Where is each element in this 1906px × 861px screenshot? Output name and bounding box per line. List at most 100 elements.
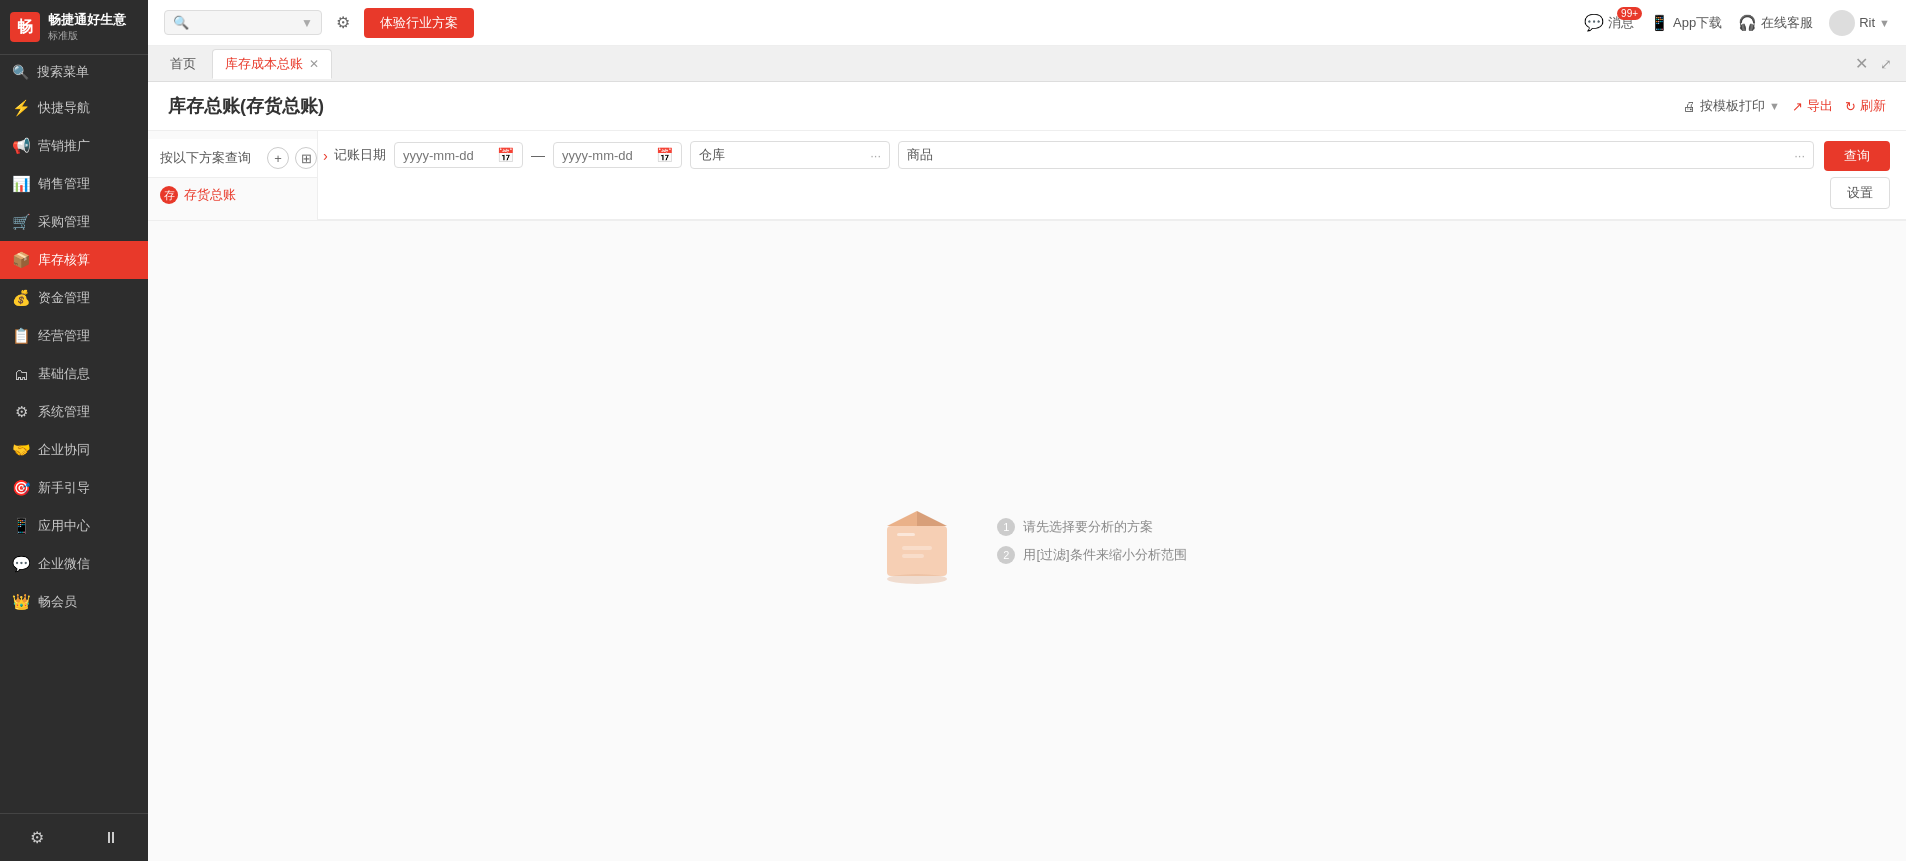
add-scheme-button[interactable]: + <box>267 147 289 169</box>
sidebar-nav: ⚡ 快捷导航 📢 营销推广 📊 销售管理 🛒 采购管理 📦 库存核算 💰 资金管… <box>0 89 148 813</box>
goods-more-icon[interactable]: ··· <box>1794 148 1805 163</box>
settings-icon[interactable]: ⚙ <box>24 822 50 853</box>
scheme-icon: 存 <box>160 186 178 204</box>
tab-inventory-cost-label: 库存成本总账 <box>225 55 303 73</box>
export-label: 导出 <box>1807 97 1833 115</box>
collapse-sidebar-icon[interactable]: ⏸ <box>97 823 125 853</box>
warehouse-more-icon[interactable]: ··· <box>870 148 881 163</box>
sidebar-item-label: 销售管理 <box>38 175 136 193</box>
sidebar-item-label: 快捷导航 <box>38 99 136 117</box>
scheme-item-inventory-ledger[interactable]: 存 存货总账 <box>148 178 317 212</box>
sidebar-item-label: 新手引导 <box>38 479 136 497</box>
top-header: 🔍 ▼ ⚙ 体验行业方案 💬 消息 99+ 📱 App下载 🎧 在线客服 Rit <box>148 0 1906 46</box>
sidebar-item-newbie[interactable]: 🎯 新手引导 <box>0 469 148 507</box>
sidebar-item-operations[interactable]: 📋 经营管理 <box>0 317 148 355</box>
header-gear-button[interactable]: ⚙ <box>332 9 354 36</box>
sidebar-item-enterprise[interactable]: 🤝 企业协同 <box>0 431 148 469</box>
app-name: 畅捷通好生意 <box>48 12 126 29</box>
sidebar-item-label: 采购管理 <box>38 213 136 231</box>
sidebar-item-label: 资金管理 <box>38 289 136 307</box>
sidebar-item-enterprise-wechat[interactable]: 💬 企业微信 <box>0 545 148 583</box>
sidebar-bottom: ⚙ ⏸ <box>0 813 148 861</box>
svg-rect-0 <box>887 526 947 576</box>
filter-scheme-section: 按以下方案查询 + ⊞ ‹ 存 存货总账 记账日期 <box>148 131 1906 221</box>
tip-text-2: 用[过滤]条件来缩小分析范围 <box>1023 546 1186 564</box>
printer-icon: 🖨 <box>1683 99 1696 114</box>
date-to-field[interactable] <box>562 148 652 163</box>
sidebar: 畅 畅捷通好生意 标准版 🔍 搜索菜单 ⚡ 快捷导航 📢 营销推广 📊 销售管理… <box>0 0 148 861</box>
panel-resize-icon[interactable]: ⤢ <box>1876 54 1896 74</box>
panel-close-icon[interactable]: ✕ <box>1851 52 1872 75</box>
print-button[interactable]: 🖨 按模板打印 ▼ <box>1683 97 1780 115</box>
warehouse-input[interactable]: 仓库 ··· <box>690 141 890 169</box>
finance-icon: 💰 <box>12 289 30 307</box>
message-button[interactable]: 💬 消息 99+ <box>1584 13 1634 32</box>
settings-button[interactable]: 设置 <box>1830 177 1890 209</box>
app-logo: 畅 畅捷通好生意 标准版 <box>0 0 148 55</box>
search-menu[interactable]: 🔍 搜索菜单 <box>0 55 148 89</box>
date-to-input[interactable]: 📅 <box>553 142 682 168</box>
app-version: 标准版 <box>48 29 126 42</box>
data-area: 1 请先选择要分析的方案 2 用[过滤]条件来缩小分析范围 <box>148 221 1906 861</box>
vip-icon: 👑 <box>12 593 30 611</box>
empty-tips: 1 请先选择要分析的方案 2 用[过滤]条件来缩小分析范围 <box>997 518 1186 564</box>
industry-solution-button[interactable]: 体验行业方案 <box>364 8 474 38</box>
tip-number-1: 1 <box>997 518 1015 536</box>
filter-row: 按以下方案查询 + ⊞ ‹ <box>148 139 317 178</box>
sidebar-item-inventory[interactable]: 📦 库存核算 <box>0 241 148 279</box>
header-search-box[interactable]: 🔍 ▼ <box>164 10 322 35</box>
app-center-icon: 📱 <box>12 517 30 535</box>
svg-rect-5 <box>902 554 924 558</box>
sidebar-item-label: 基础信息 <box>38 365 136 383</box>
header-search-input[interactable] <box>195 15 295 30</box>
sidebar-item-label: 系统管理 <box>38 403 136 421</box>
empty-tip-1: 1 请先选择要分析的方案 <box>997 518 1186 536</box>
tab-close-icon[interactable]: ✕ <box>309 58 319 70</box>
sidebar-item-purchase[interactable]: 🛒 采购管理 <box>0 203 148 241</box>
refresh-button[interactable]: ↻ 刷新 <box>1845 97 1886 115</box>
sidebar-item-quick-nav[interactable]: ⚡ 快捷导航 <box>0 89 148 127</box>
sidebar-item-label: 应用中心 <box>38 517 136 535</box>
calendar-to-icon[interactable]: 📅 <box>656 147 673 163</box>
sidebar-item-sales[interactable]: 📊 销售管理 <box>0 165 148 203</box>
message-badge: 99+ <box>1617 7 1642 20</box>
sidebar-item-marketing[interactable]: 📢 营销推广 <box>0 127 148 165</box>
system-icon: ⚙ <box>12 403 30 421</box>
phone-icon: 📱 <box>1650 14 1669 32</box>
empty-state: 1 请先选择要分析的方案 2 用[过滤]条件来缩小分析范围 <box>867 491 1186 591</box>
export-icon: ↗ <box>1792 99 1803 114</box>
logo-icon: 畅 <box>10 12 40 42</box>
export-button[interactable]: ↗ 导出 <box>1792 97 1833 115</box>
purchase-icon: 🛒 <box>12 213 30 231</box>
svg-rect-4 <box>902 546 932 550</box>
scheme-sidebar: 按以下方案查询 + ⊞ ‹ 存 存货总账 <box>148 131 318 220</box>
tab-home[interactable]: 首页 <box>158 49 208 79</box>
query-button[interactable]: 查询 <box>1824 141 1890 171</box>
app-download-button[interactable]: 📱 App下载 <box>1650 14 1722 32</box>
search-icon: 🔍 <box>173 15 189 30</box>
sidebar-item-vip[interactable]: 👑 畅会员 <box>0 583 148 621</box>
user-menu[interactable]: Rit ▼ <box>1829 10 1890 36</box>
tab-inventory-cost[interactable]: 库存成本总账 ✕ <box>212 49 332 79</box>
filter-content: 记账日期 📅 — 📅 仓库 ··· <box>318 131 1906 220</box>
calendar-from-icon[interactable]: 📅 <box>497 147 514 163</box>
sidebar-item-label: 畅会员 <box>38 593 136 611</box>
sidebar-item-finance[interactable]: 💰 资金管理 <box>0 279 148 317</box>
goods-input[interactable]: 商品 ··· <box>898 141 1814 169</box>
collapse-icon[interactable]: ‹ <box>323 150 328 166</box>
date-from-input[interactable]: 📅 <box>394 142 523 168</box>
scheme-item-label: 存货总账 <box>184 186 236 204</box>
sidebar-item-app-center[interactable]: 📱 应用中心 <box>0 507 148 545</box>
sidebar-item-basic-info[interactable]: 🗂 基础信息 <box>0 355 148 393</box>
page-title: 库存总账(存货总账) <box>168 94 324 118</box>
tab-bar: 首页 库存成本总账 ✕ ✕ ⤢ <box>148 46 1906 82</box>
online-service-button[interactable]: 🎧 在线客服 <box>1738 14 1813 32</box>
online-service-label: 在线客服 <box>1761 14 1813 32</box>
newbie-icon: 🎯 <box>12 479 30 497</box>
svg-rect-3 <box>897 533 915 536</box>
sidebar-item-system[interactable]: ⚙ 系统管理 <box>0 393 148 431</box>
manage-scheme-button[interactable]: ⊞ <box>295 147 317 169</box>
content-panel: 库存总账(存货总账) 🖨 按模板打印 ▼ ↗ 导出 ↻ 刷新 <box>148 82 1906 861</box>
date-from-field[interactable] <box>403 148 493 163</box>
message-icon: 💬 <box>1584 13 1604 32</box>
